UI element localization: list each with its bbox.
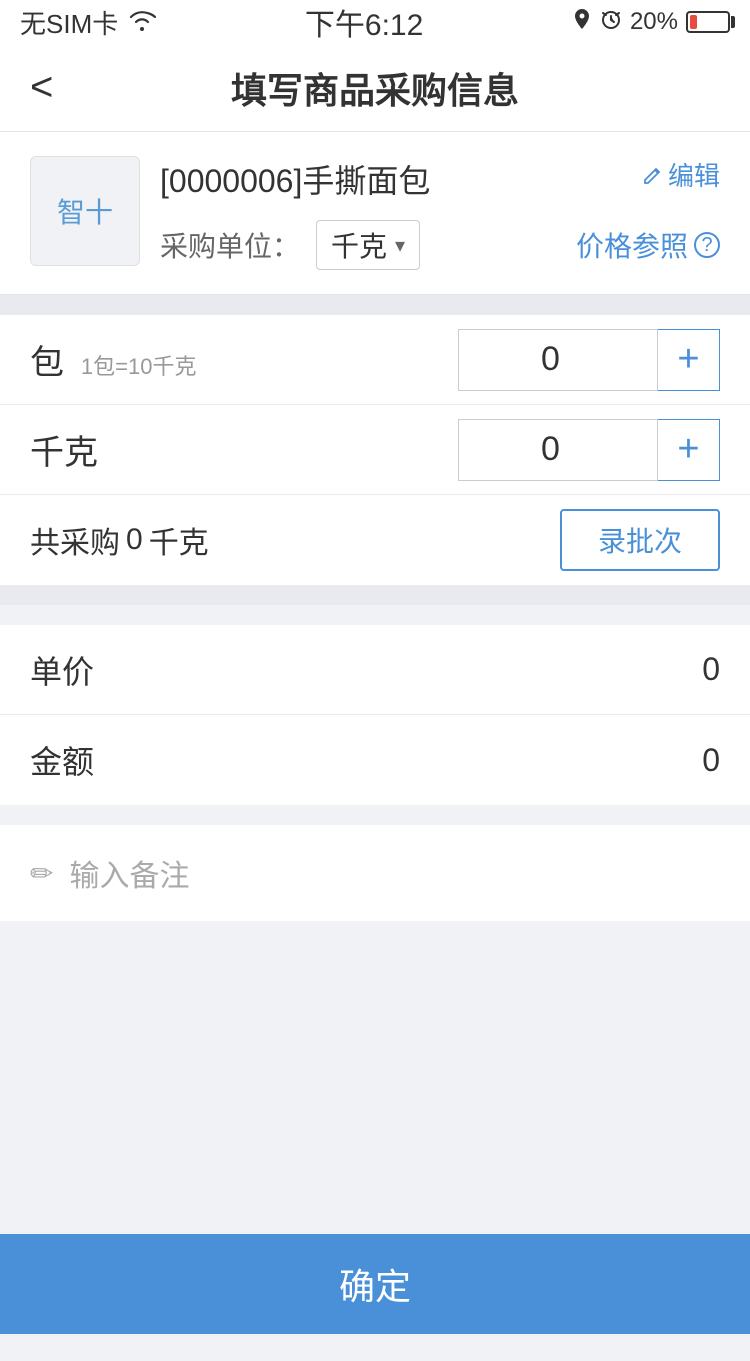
kg-input[interactable] xyxy=(458,419,658,481)
price-section: 单价 0 金额 0 xyxy=(0,625,750,805)
help-icon: ? xyxy=(694,232,720,258)
pencil-icon: ✏ xyxy=(30,857,53,890)
kg-plus-button[interactable]: + xyxy=(658,419,720,481)
edit-button[interactable]: 编辑 xyxy=(642,156,720,193)
section-divider-1 xyxy=(0,295,750,315)
confirm-bar[interactable]: 确定 xyxy=(0,1234,750,1334)
location-icon xyxy=(572,8,592,37)
product-card: 智十 [0000006]手撕面包 编辑 采购单位： 千克 ▾ 价格参照 ? xyxy=(0,132,750,295)
amount-row: 金额 0 xyxy=(0,715,750,805)
amount-label: 金额 xyxy=(30,737,94,783)
status-time: 下午6:12 xyxy=(305,0,423,44)
summary-prefix: 共采购 xyxy=(30,518,120,562)
bao-input[interactable] xyxy=(458,329,658,391)
input-section: 包 1包=10千克 + 千克 + xyxy=(0,315,750,495)
kg-row: 千克 + xyxy=(0,405,750,495)
summary-row: 共采购 0 千克 录批次 xyxy=(0,495,750,585)
kg-label: 千克 xyxy=(30,425,98,474)
product-info: [0000006]手撕面包 编辑 采购单位： 千克 ▾ 价格参照 ? xyxy=(160,156,720,270)
carrier-text: 无SIM卡 xyxy=(20,4,118,41)
batch-button[interactable]: 录批次 xyxy=(560,509,720,571)
status-left: 无SIM卡 xyxy=(20,4,156,41)
kg-input-group: + xyxy=(458,419,720,481)
summary-unit: 千克 xyxy=(149,518,209,562)
confirm-label: 确定 xyxy=(339,1258,411,1310)
product-logo: 智十 xyxy=(57,191,113,231)
bao-row: 包 1包=10千克 + xyxy=(0,315,750,405)
summary-value: 0 xyxy=(126,523,143,557)
battery-icon xyxy=(686,11,730,33)
alarm-icon xyxy=(600,8,622,37)
product-unit-row: 采购单位： 千克 ▾ 价格参照 ? xyxy=(160,220,720,270)
product-header: [0000006]手撕面包 编辑 xyxy=(160,156,720,202)
page-title: 填写商品采购信息 xyxy=(231,62,519,114)
bottom-spacer xyxy=(0,921,750,1261)
wifi-icon xyxy=(128,7,156,38)
section-divider-2 xyxy=(0,585,750,605)
unit-price-label: 单价 xyxy=(30,647,94,693)
unit-price-value: 0 xyxy=(702,651,720,688)
unit-value: 千克 xyxy=(331,225,387,265)
battery-percent: 20% xyxy=(630,8,678,36)
price-ref-button[interactable]: 价格参照 ? xyxy=(576,225,720,265)
unit-dropdown[interactable]: 千克 ▾ xyxy=(316,220,420,270)
product-image: 智十 xyxy=(30,156,140,266)
bao-input-group: + xyxy=(458,329,720,391)
status-bar: 无SIM卡 下午6:12 20% xyxy=(0,0,750,44)
dropdown-arrow-icon: ▾ xyxy=(395,233,405,258)
back-button[interactable]: < xyxy=(30,65,53,110)
unit-label: 采购单位： xyxy=(160,225,300,265)
nav-bar: < 填写商品采购信息 xyxy=(0,44,750,132)
notes-placeholder: 输入备注 xyxy=(69,851,189,895)
notes-section[interactable]: ✏ 输入备注 xyxy=(0,825,750,921)
amount-value: 0 xyxy=(702,742,720,779)
unit-price-row: 单价 0 xyxy=(0,625,750,715)
bao-plus-button[interactable]: + xyxy=(658,329,720,391)
product-name: [0000006]手撕面包 xyxy=(160,156,430,202)
status-right: 20% xyxy=(572,8,730,37)
bao-label: 包 1包=10千克 xyxy=(30,335,196,384)
